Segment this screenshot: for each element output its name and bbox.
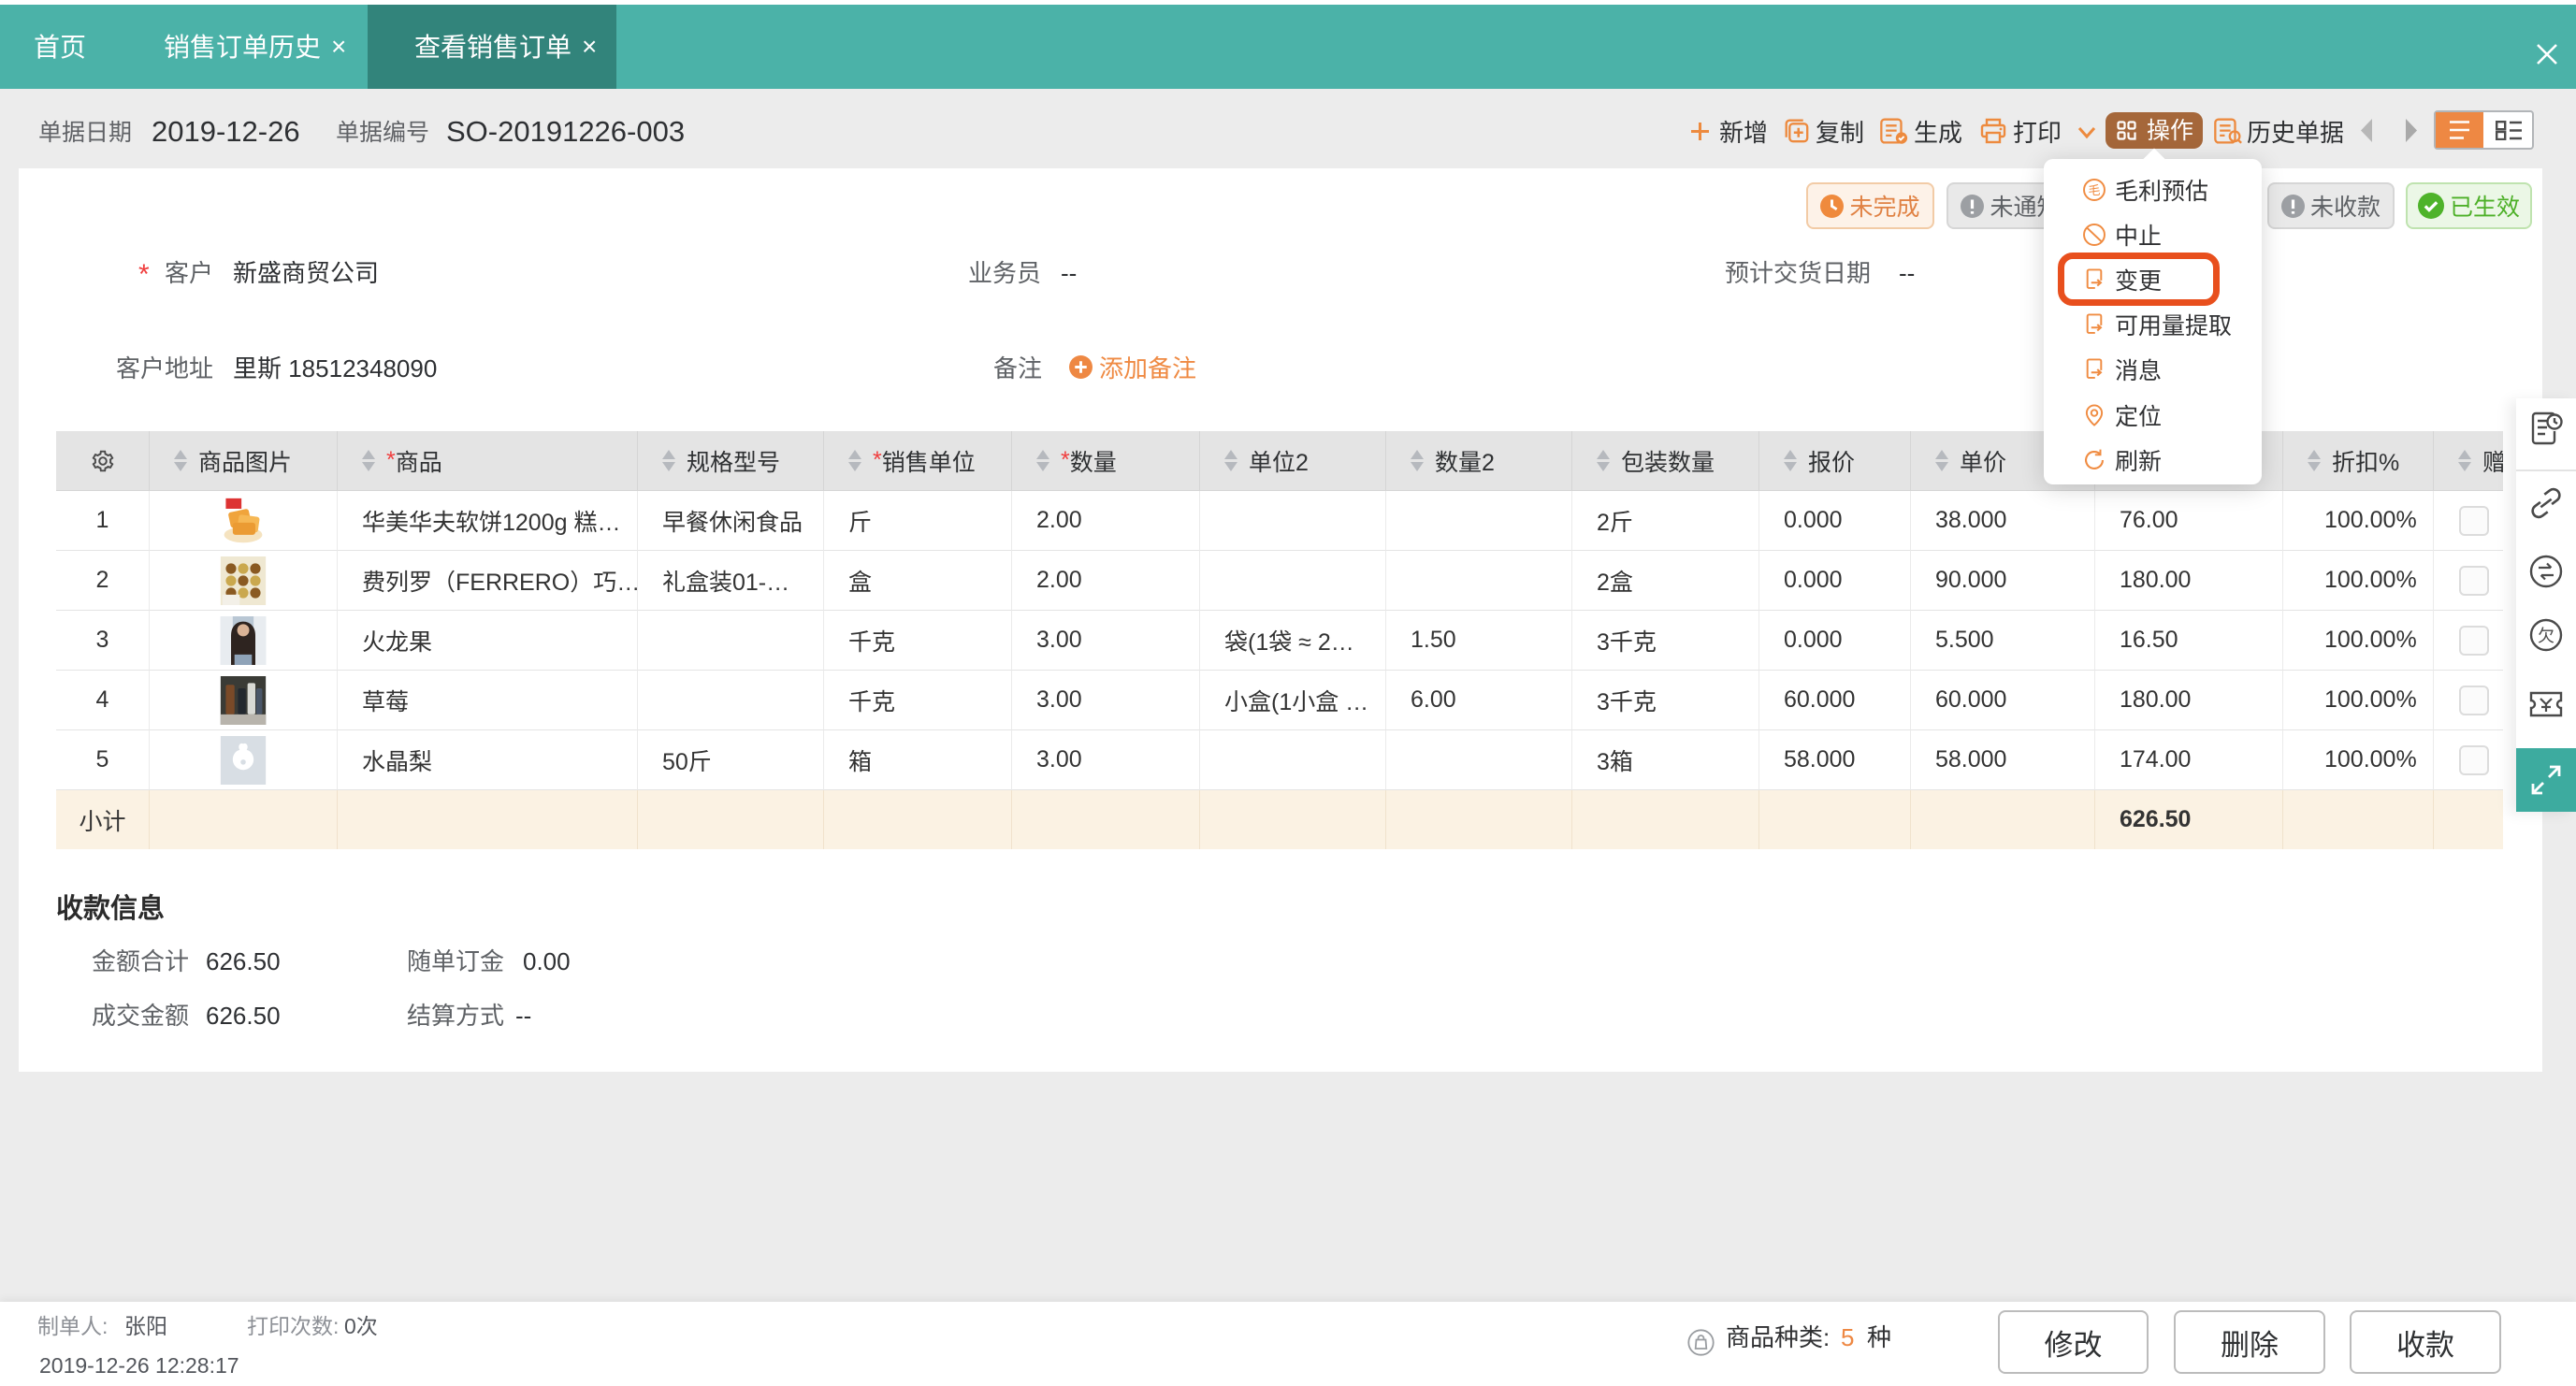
svg-text:毛: 毛: [2088, 183, 2100, 197]
svg-text:欠: 欠: [2538, 627, 2554, 645]
